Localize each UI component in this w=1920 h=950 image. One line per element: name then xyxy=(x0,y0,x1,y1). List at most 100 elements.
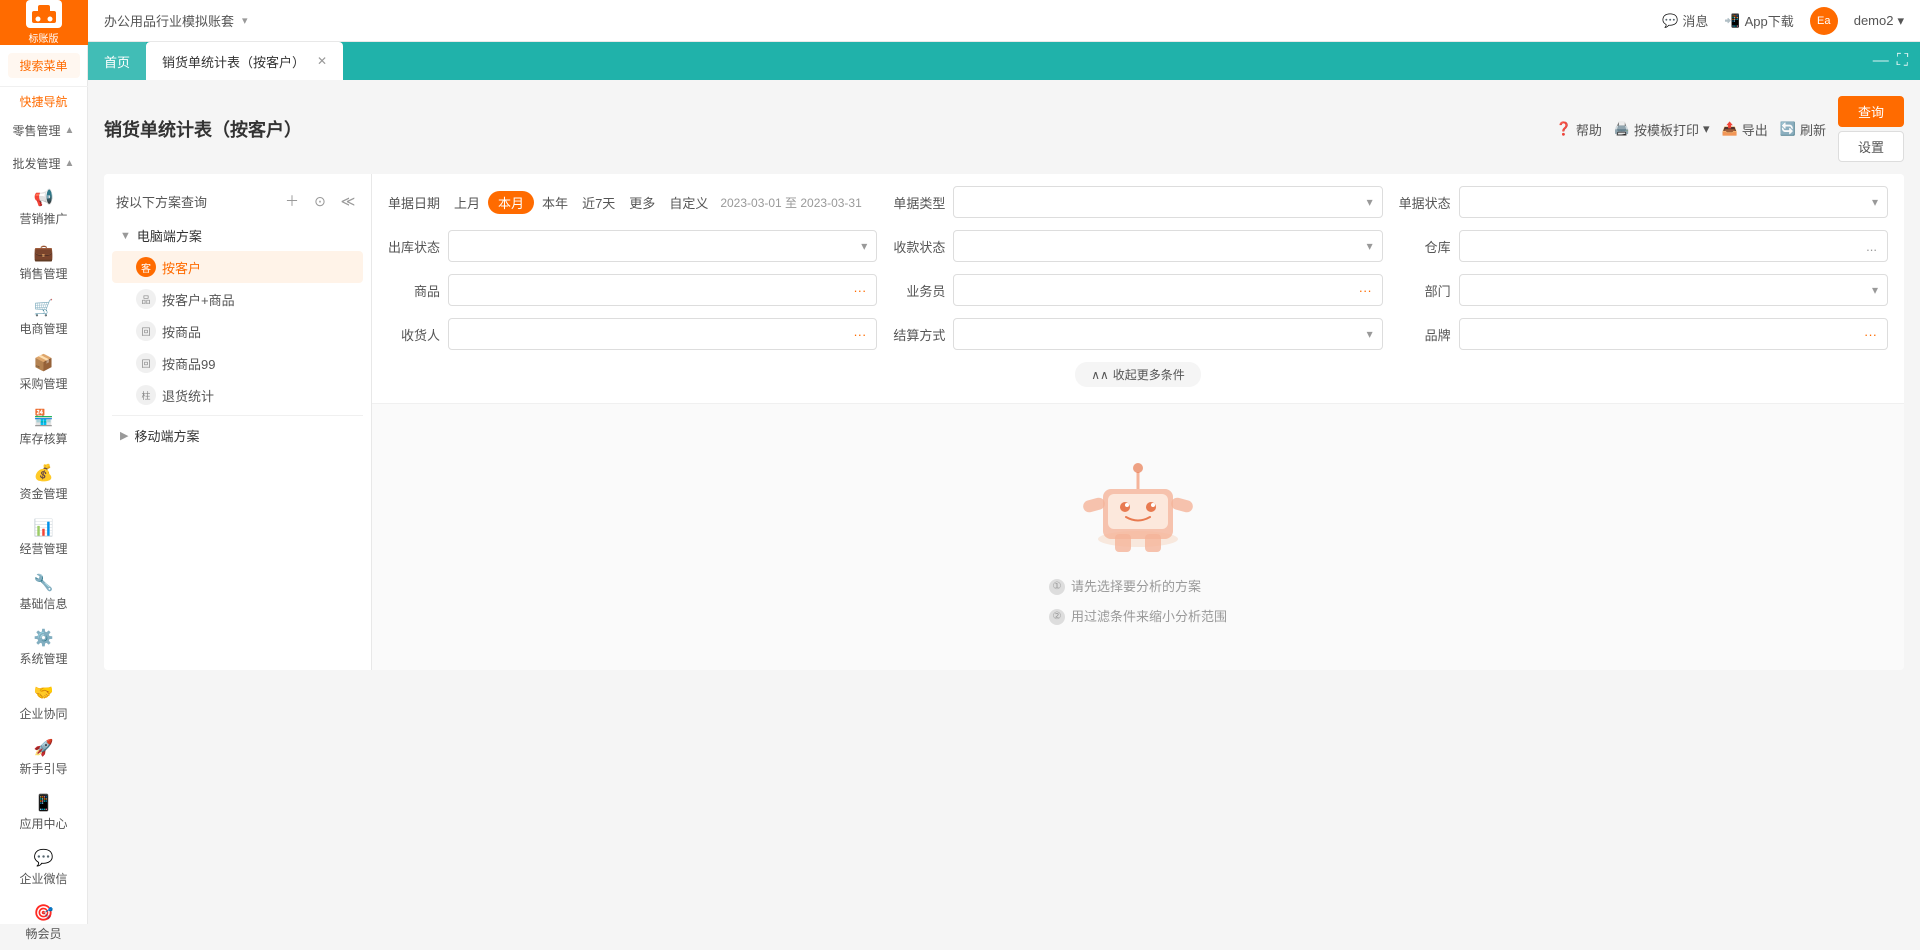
appcenter-icon: 📱 xyxy=(34,793,54,813)
pc-group-arrow: ▼ xyxy=(120,230,131,242)
tree-item-by-customer-goods[interactable]: 品 按客户+商品 xyxy=(112,283,363,315)
brand-input[interactable]: ··· xyxy=(1459,318,1888,350)
mobile-group-toggle[interactable]: ▶ 移动端方案 xyxy=(112,420,363,451)
purchase-icon: 📦 xyxy=(34,353,54,373)
order-status-filter-item: 单据状态 ▾ xyxy=(1399,186,1888,218)
settlement-filter-item: 结算方式 ▾ xyxy=(893,318,1382,350)
sidebar-item-wholesale[interactable]: 批发管理 ▲ xyxy=(0,147,88,180)
order-status-select[interactable] xyxy=(1459,186,1888,218)
export-button[interactable]: 📤 导出 xyxy=(1722,120,1768,139)
help-button[interactable]: ❓ 帮助 xyxy=(1556,120,1602,139)
sidebar-item-enterprise[interactable]: 🤝 企业协同 xyxy=(0,675,88,730)
sidebar-item-basics[interactable]: 🔧 基础信息 xyxy=(0,565,88,620)
date-btn-more[interactable]: 更多 xyxy=(623,191,661,214)
date-btn-custom[interactable]: 自定义 xyxy=(663,191,714,214)
search-menu-button[interactable]: 搜索菜单 xyxy=(8,53,80,78)
right-panel: 单据日期 上月 本月 本年 近7天 更多 自定义 2023-03-01 至 20… xyxy=(372,174,1904,670)
out-status-filter-item: 出库状态 ▾ xyxy=(388,230,877,262)
salesperson-label: 业务员 xyxy=(893,281,945,300)
sidebar-item-marketing[interactable]: 📢 营销推广 xyxy=(0,180,88,235)
wechat-label: 企业微信 xyxy=(19,870,67,887)
sidebar-item-wechat[interactable]: 💬 企业微信 xyxy=(0,840,88,895)
sidebar-item-newuser[interactable]: 🚀 新手引导 xyxy=(0,730,88,785)
date-filter-item: 单据日期 上月 本月 本年 近7天 更多 自定义 2023-03-01 至 20… xyxy=(388,191,877,214)
industry-label: 办公用品行业模拟账套 xyxy=(104,11,234,30)
industry-selector[interactable]: 办公用品行业模拟账套 ▾ xyxy=(104,11,248,30)
mobile-group-label: 移动端方案 xyxy=(134,426,199,445)
wechat-icon: 💬 xyxy=(34,848,54,868)
tab-minimize-button[interactable]: — xyxy=(1873,52,1889,70)
empty-state-icon xyxy=(1073,444,1203,554)
sidebar-logo[interactable]: 标账版 xyxy=(0,0,88,45)
tab-close-icon[interactable]: ✕ xyxy=(317,54,327,68)
out-status-select[interactable] xyxy=(448,230,877,262)
collection-status-filter-item: 收款状态 ▾ xyxy=(893,230,1382,262)
sidebar-item-appcenter[interactable]: 📱 应用中心 xyxy=(0,785,88,840)
collection-status-select[interactable] xyxy=(953,230,1382,262)
query-button[interactable]: 查询 xyxy=(1838,96,1904,127)
return-stat-label: 退货统计 xyxy=(162,386,214,405)
sidebar-item-inventory[interactable]: 🏪 库存核算 xyxy=(0,400,88,455)
tree-item-by-goods99[interactable]: 回 按商品99 xyxy=(112,347,363,379)
settlement-select[interactable] xyxy=(953,318,1382,350)
salesperson-input[interactable]: ··· xyxy=(953,274,1382,306)
user-dropdown-arrow: ▾ xyxy=(1897,13,1904,29)
industry-dropdown-arrow: ▾ xyxy=(242,14,248,27)
ops-label: 经营管理 xyxy=(19,540,67,557)
refresh-button[interactable]: 🔄 刷新 xyxy=(1780,120,1826,139)
department-label: 部门 xyxy=(1399,281,1451,300)
message-icon: 💬 xyxy=(1662,13,1678,29)
user-name: demo2 xyxy=(1854,13,1894,28)
refresh-label: 刷新 xyxy=(1800,120,1826,139)
out-status-label: 出库状态 xyxy=(388,237,440,256)
sidebar-item-sales[interactable]: 💼 销售管理 xyxy=(0,235,88,290)
date-btn-this-month[interactable]: 本月 xyxy=(488,191,534,214)
message-button[interactable]: 💬 消息 xyxy=(1662,11,1708,30)
quick-nav-label[interactable]: 快捷导航 xyxy=(0,87,88,114)
app-download-button[interactable]: 📲 App下载 xyxy=(1724,11,1793,30)
tree-item-by-customer[interactable]: 客 按客户 xyxy=(112,251,363,283)
date-btn-last-month[interactable]: 上月 xyxy=(448,191,486,214)
left-panel: 按以下方案查询 ＋ ⊙ ≪ ▼ 电脑端方案 客 按客户 xyxy=(104,174,372,670)
goods-input[interactable]: ··· xyxy=(448,274,877,306)
sidebar-item-retail[interactable]: 零售管理 ▲ xyxy=(0,114,88,147)
filter-row-1: 单据日期 上月 本月 本年 近7天 更多 自定义 2023-03-01 至 20… xyxy=(388,186,1888,218)
tab-home[interactable]: 首页 xyxy=(88,42,146,80)
warehouse-input[interactable]: ... xyxy=(1459,230,1888,262)
empty-state-tips: ① 请先选择要分析的方案 ② 用过滤条件来缩小分析范围 xyxy=(1049,574,1227,630)
sidebar-item-ops[interactable]: 📊 经营管理 xyxy=(0,510,88,565)
collapse-button[interactable]: ∧∧ 收起更多条件 xyxy=(1075,362,1201,387)
user-avatar-text: Ea xyxy=(1817,15,1830,27)
date-btn-this-year[interactable]: 本年 xyxy=(536,191,574,214)
tabbar: 首页 销货单统计表（按客户） ✕ — ⛶ xyxy=(88,42,1920,80)
date-btn-7days[interactable]: 近7天 xyxy=(576,191,621,214)
add-scheme-button[interactable]: ＋ xyxy=(281,190,303,212)
user-avatar[interactable]: Ea xyxy=(1810,7,1838,35)
tab-maximize-button[interactable]: ⛶ xyxy=(1897,52,1908,70)
sidebar-item-purchase[interactable]: 📦 采购管理 xyxy=(0,345,88,400)
template-print-button[interactable]: 🖨️ 按模板打印 ▾ xyxy=(1614,120,1710,139)
edit-scheme-button[interactable]: ⊙ xyxy=(309,190,331,212)
sidebar-item-system[interactable]: ⚙️ 系统管理 xyxy=(0,620,88,675)
sidebar-item-ecommerce[interactable]: 🛒 电商管理 xyxy=(0,290,88,345)
recipient-input[interactable]: ··· xyxy=(448,318,877,350)
tree-item-return-stat[interactable]: 柱 退货统计 xyxy=(112,379,363,411)
message-label: 消息 xyxy=(1682,11,1708,30)
pc-group-toggle[interactable]: ▼ 电脑端方案 xyxy=(112,220,363,251)
logo-icon xyxy=(26,0,62,28)
department-select[interactable] xyxy=(1459,274,1888,306)
order-type-select-wrapper: ▾ xyxy=(953,186,1382,218)
logo-subtitle: 标账版 xyxy=(29,30,59,45)
settings-button[interactable]: 设置 xyxy=(1838,131,1904,162)
export-icon: 📤 xyxy=(1722,121,1738,137)
sidebar-item-member[interactable]: 🎯 畅会员 xyxy=(0,895,88,950)
collapse-panel-button[interactable]: ≪ xyxy=(337,190,359,212)
marketing-label: 营销推广 xyxy=(19,210,67,227)
empty-tip-2: ② 用过滤条件来缩小分析范围 xyxy=(1049,604,1227,630)
tree-item-by-goods[interactable]: 回 按商品 xyxy=(112,315,363,347)
tip-1-text: 请先选择要分析的方案 xyxy=(1071,574,1201,600)
tab-sales-stat[interactable]: 销货单统计表（按客户） ✕ xyxy=(146,42,343,80)
user-menu[interactable]: demo2 ▾ xyxy=(1854,13,1904,29)
sidebar-item-finance[interactable]: 💰 资金管理 xyxy=(0,455,88,510)
order-type-select[interactable] xyxy=(953,186,1382,218)
